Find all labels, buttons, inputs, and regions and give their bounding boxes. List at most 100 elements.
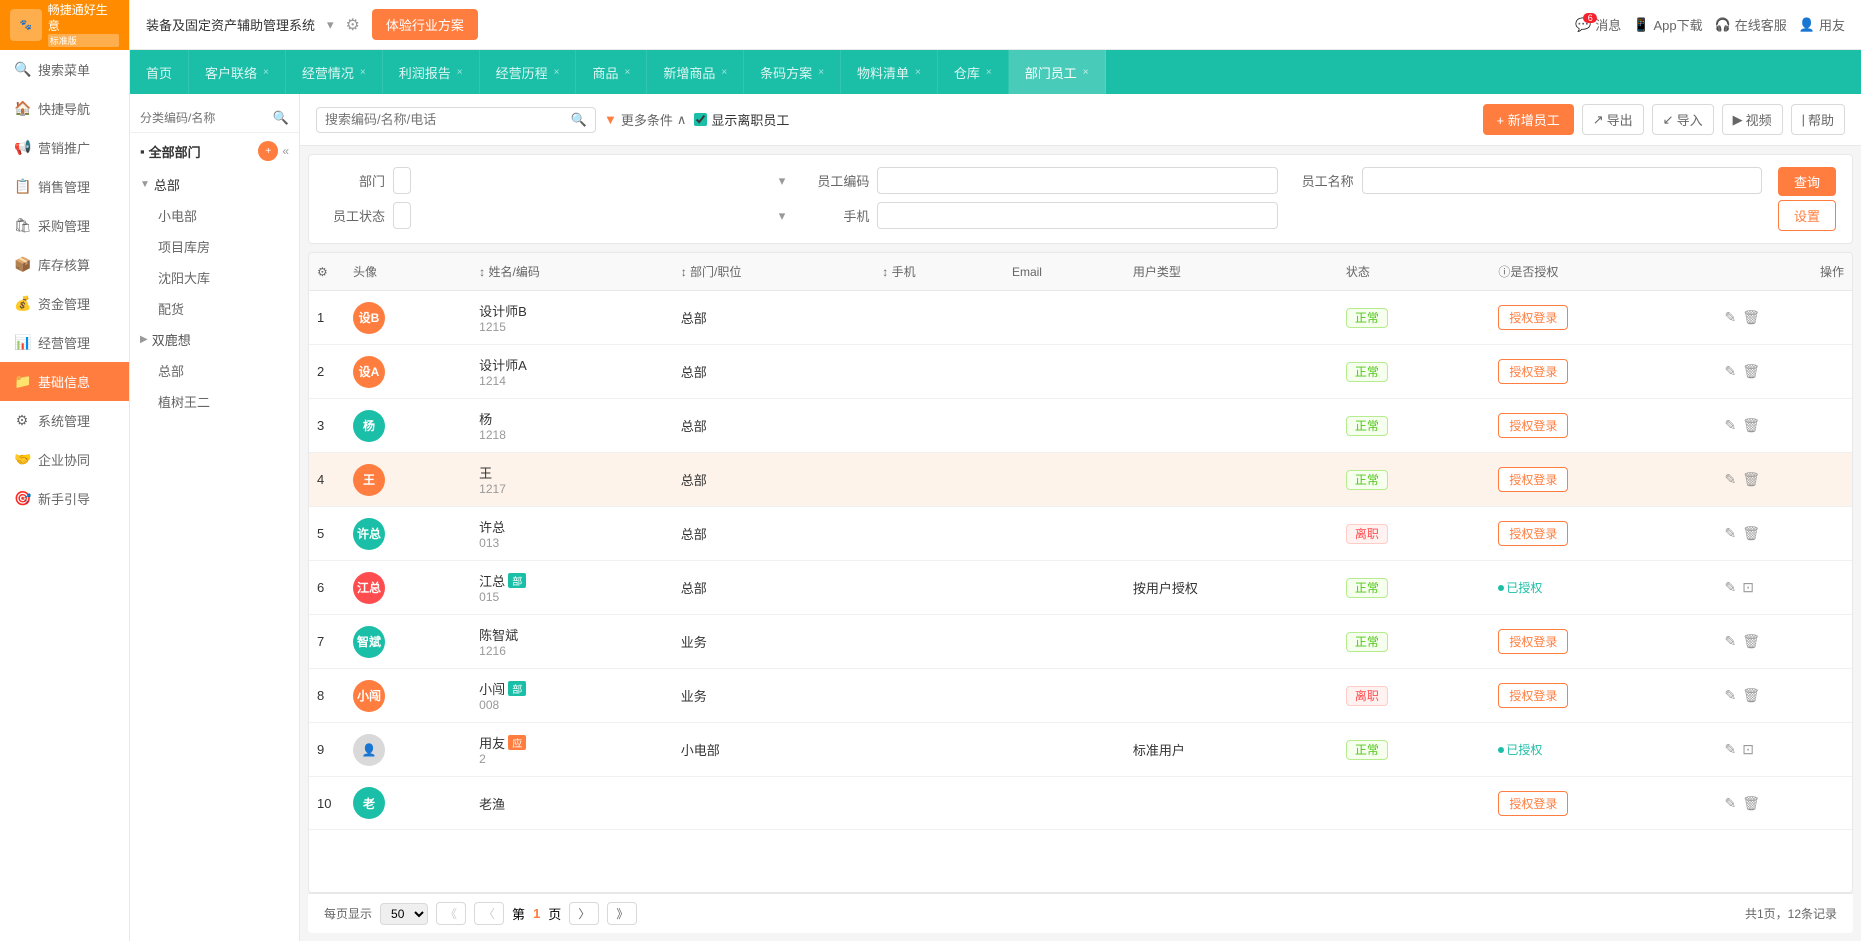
next-page-btn[interactable]: 〉 [569, 902, 599, 925]
tab-close-icon[interactable]: × [721, 67, 727, 78]
export-button[interactable]: ↗ 导出 [1582, 104, 1644, 135]
sidebar-item-quicknav[interactable]: 🏠 快捷导航 [0, 89, 129, 128]
tab-customer[interactable]: 客户联络 × [189, 50, 286, 94]
tab-bom[interactable]: 物料清单 × [841, 50, 938, 94]
tab-close-icon[interactable]: × [915, 67, 921, 78]
tree-search-icon[interactable]: 🔍 [273, 110, 289, 126]
sidebar-item-inventory[interactable]: 📦 库存核算 [0, 245, 129, 284]
app-download-action[interactable]: 📱 App下载 [1633, 15, 1702, 34]
dropdown-arrow-icon[interactable]: ▾ [327, 17, 334, 33]
sidebar-item-search[interactable]: 🔍 搜索菜单 [0, 50, 129, 89]
search-button[interactable]: 查询 [1778, 167, 1836, 196]
delete-icon[interactable]: 🗑 [1742, 795, 1760, 812]
emp-name-input[interactable] [1362, 167, 1762, 194]
sidebar-item-operation[interactable]: 📊 经营管理 [0, 323, 129, 362]
tab-close-icon[interactable]: × [554, 67, 560, 78]
delete-icon[interactable]: 🗑 [1742, 417, 1760, 434]
edit-icon[interactable]: ✎ [1725, 363, 1737, 380]
search-input[interactable] [325, 112, 567, 127]
sidebar-item-finance[interactable]: 💰 资金管理 [0, 284, 129, 323]
auth-btn[interactable]: 授权登录 [1498, 305, 1568, 330]
tab-home[interactable]: 首页 [130, 50, 189, 94]
auth-btn[interactable]: 授权登录 [1498, 629, 1568, 654]
msg-action[interactable]: 💬 6 消息 [1575, 15, 1621, 34]
sidebar-item-purchase[interactable]: 🛍 采购管理 [0, 206, 129, 245]
tab-close-icon[interactable]: × [263, 67, 269, 78]
tab-deptstaff[interactable]: 部门员工 × [1009, 50, 1106, 94]
page-size-select[interactable]: 50 [380, 903, 428, 925]
tree-collapse-btn[interactable]: « [282, 144, 289, 158]
tree-node-zhishuwang[interactable]: 植树王二 [130, 386, 299, 417]
tab-goods[interactable]: 商品 × [576, 50, 647, 94]
edit-icon[interactable]: ✎ [1725, 795, 1737, 812]
tab-close-icon[interactable]: × [360, 67, 366, 78]
auth-btn[interactable]: 授权登录 [1498, 413, 1568, 438]
edit-icon[interactable]: ✎ [1725, 687, 1737, 704]
edit-icon[interactable]: ✎ [1725, 741, 1737, 758]
gear-icon[interactable]: ⚙ [346, 15, 360, 35]
first-page-btn[interactable]: 《 [436, 902, 466, 925]
tab-history[interactable]: 经营历程 × [480, 50, 577, 94]
tab-close-icon[interactable]: × [818, 67, 824, 78]
tree-node-xiaodibu[interactable]: 小电部 [130, 200, 299, 231]
auth-btn[interactable]: 授权登录 [1498, 791, 1568, 816]
tab-close-icon[interactable]: × [1083, 67, 1089, 78]
copy-icon[interactable]: ⊡ [1742, 579, 1754, 596]
tab-close-icon[interactable]: × [624, 67, 630, 78]
add-employee-button[interactable]: + 新增员工 [1483, 104, 1574, 135]
search-icon[interactable]: 🔍 [571, 112, 587, 128]
emp-code-input[interactable] [877, 167, 1277, 194]
sidebar-item-coop[interactable]: 🤝 企业协同 [0, 440, 129, 479]
view-button[interactable]: ▶ 视频 [1722, 104, 1783, 135]
emp-status-select[interactable] [393, 202, 411, 229]
tree-node-zongbu2[interactable]: 总部 [130, 355, 299, 386]
auth-btn[interactable]: 授权登录 [1498, 359, 1568, 384]
tab-profit[interactable]: 利润报告 × [383, 50, 480, 94]
auth-btn[interactable]: 授权登录 [1498, 683, 1568, 708]
col-dept[interactable]: ↕ 部门/职位 [673, 253, 875, 291]
delete-icon[interactable]: 🗑 [1742, 309, 1760, 326]
dept-select[interactable] [393, 167, 411, 194]
delete-icon[interactable]: 🗑 [1742, 471, 1760, 488]
auth-btn[interactable]: 授权登录 [1498, 521, 1568, 546]
col-name[interactable]: ↕ 姓名/编码 [471, 253, 673, 291]
delete-icon[interactable]: 🗑 [1742, 363, 1760, 380]
show-resigned-checkbox[interactable]: 显示离职员工 [694, 110, 789, 129]
tree-search-input[interactable] [140, 111, 273, 125]
delete-icon[interactable]: 🗑 [1742, 633, 1760, 650]
auth-btn[interactable]: 授权登录 [1498, 467, 1568, 492]
online-service-action[interactable]: 🎧 在线客服 [1715, 15, 1787, 34]
sidebar-item-guide[interactable]: 🎯 新手引导 [0, 479, 129, 518]
last-page-btn[interactable]: 》 [607, 902, 637, 925]
tab-close-icon[interactable]: × [457, 67, 463, 78]
tree-node-zongbu[interactable]: ▼ 总部 [130, 169, 299, 200]
import-button[interactable]: ↙ 导入 [1652, 104, 1714, 135]
edit-icon[interactable]: ✎ [1725, 471, 1737, 488]
delete-icon[interactable]: 🗑 [1742, 687, 1760, 704]
user-action[interactable]: 👤 用友 [1799, 15, 1845, 34]
experience-button[interactable]: 体验行业方案 [372, 9, 478, 40]
edit-icon[interactable]: ✎ [1725, 417, 1737, 434]
tree-node-shenyangdaku[interactable]: 沈阳大库 [130, 262, 299, 293]
tree-node-peihuo[interactable]: 配货 [130, 293, 299, 324]
edit-icon[interactable]: ✎ [1725, 633, 1737, 650]
more-conditions-btn[interactable]: ▼ 更多条件 ∧ [604, 110, 686, 129]
sidebar-item-sales[interactable]: 📋 销售管理 [0, 167, 129, 206]
delete-icon[interactable]: 🗑 [1742, 525, 1760, 542]
edit-icon[interactable]: ✎ [1725, 525, 1737, 542]
edit-icon[interactable]: ✎ [1725, 579, 1737, 596]
show-resigned-input[interactable] [694, 113, 707, 126]
tree-node-xiangmukufang[interactable]: 项目库房 [130, 231, 299, 262]
tab-close-icon[interactable]: × [986, 67, 992, 78]
edit-icon[interactable]: ✎ [1725, 309, 1737, 326]
setting-button[interactable]: 设置 [1778, 200, 1836, 231]
sidebar-item-marketing[interactable]: 📢 营销推广 [0, 128, 129, 167]
col-phone[interactable]: ↕ 手机 [874, 253, 1004, 291]
tab-barcode[interactable]: 条码方案 × [744, 50, 841, 94]
sidebar-item-basic[interactable]: 📁 基础信息 [0, 362, 129, 401]
tab-warehouse[interactable]: 仓库 × [938, 50, 1009, 94]
prev-page-btn[interactable]: 〈 [474, 902, 504, 925]
tab-newgoods[interactable]: 新增商品 × [647, 50, 744, 94]
help-button[interactable]: | 帮助 [1791, 104, 1845, 135]
sidebar-item-system[interactable]: ⚙ 系统管理 [0, 401, 129, 440]
